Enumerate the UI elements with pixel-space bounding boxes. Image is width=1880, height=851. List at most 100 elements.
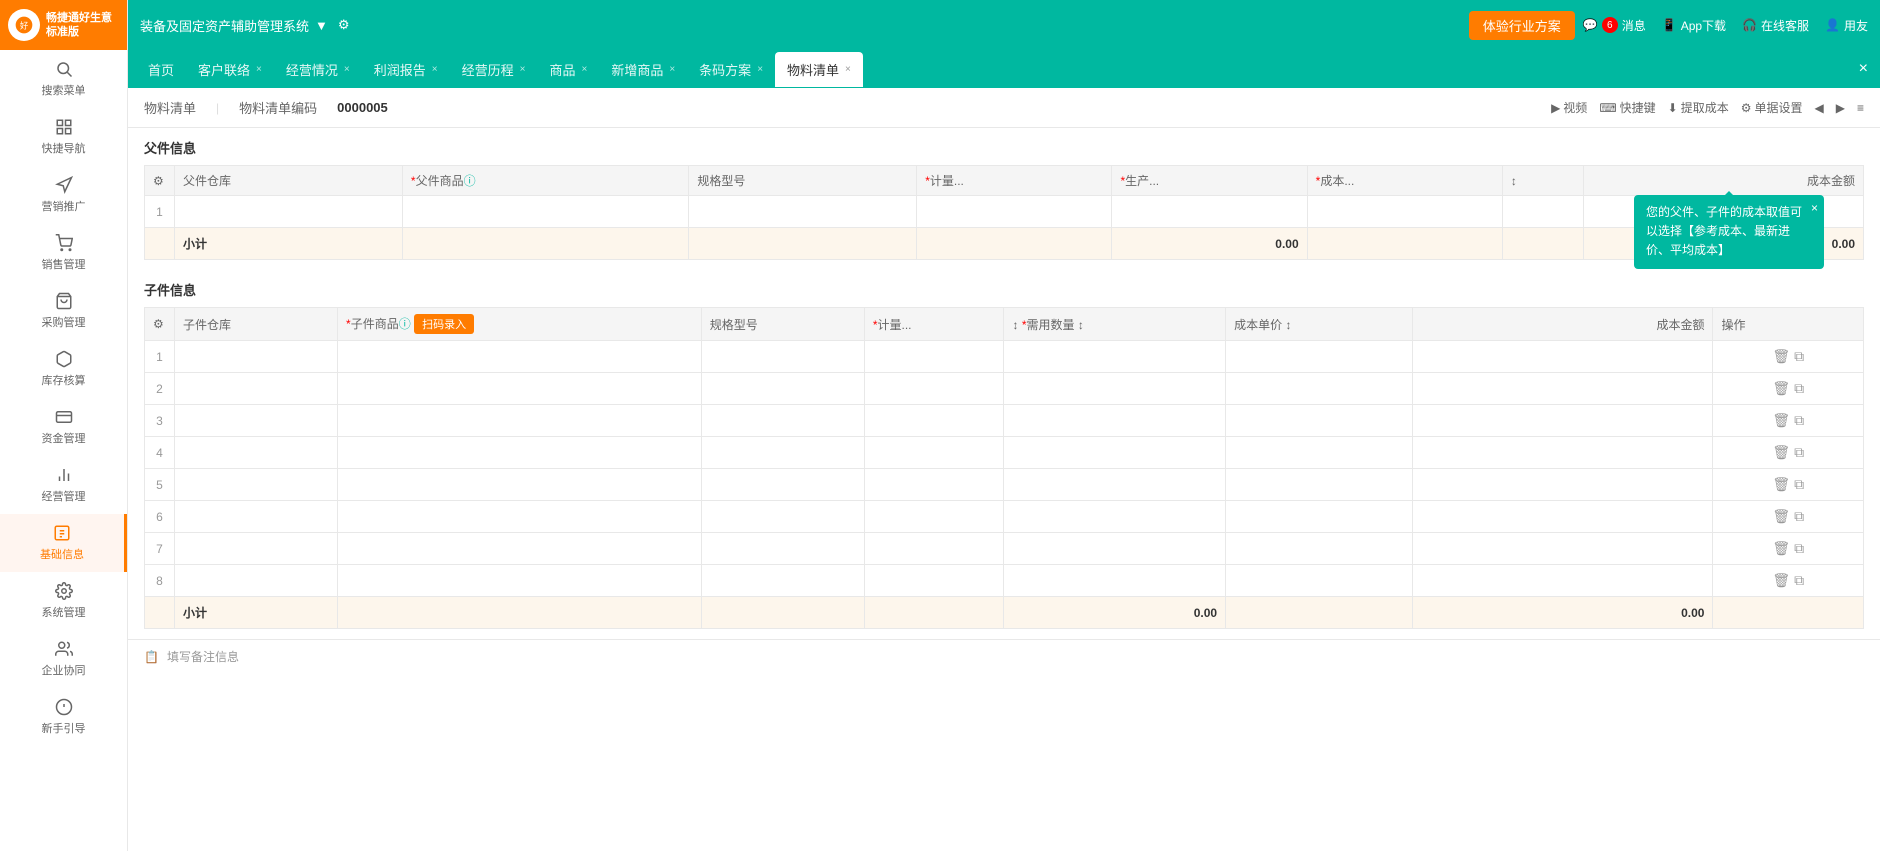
delete-icon-7[interactable]: 🗑 [1772, 540, 1790, 557]
tab-home[interactable]: 首页 [136, 52, 186, 87]
child-unit-cost-3[interactable] [1226, 405, 1412, 437]
user-menu[interactable]: 👤 用友 [1825, 17, 1868, 34]
child-unit-cost-5[interactable] [1226, 469, 1412, 501]
child-warehouse-5[interactable] [175, 469, 338, 501]
child-warehouse-6[interactable] [175, 501, 338, 533]
sidebar-item-quick-nav[interactable]: 快捷导航 [0, 108, 127, 166]
sidebar-item-basic-info[interactable]: 基础信息 [0, 514, 127, 572]
child-amount-4[interactable] [1412, 437, 1713, 469]
delete-icon-8[interactable]: 🗑 [1772, 572, 1790, 589]
child-spec-6[interactable] [701, 501, 864, 533]
child-qty-7[interactable] [1004, 533, 1226, 565]
parent-col-settings[interactable]: ⚙ [145, 166, 175, 196]
sidebar-item-enterprise[interactable]: 企业协同 [0, 630, 127, 688]
child-warehouse-4[interactable] [175, 437, 338, 469]
delete-icon-5[interactable]: 🗑 [1772, 476, 1790, 493]
sidebar-item-inventory[interactable]: 库存核算 [0, 340, 127, 398]
app-download-button[interactable]: 📱 App下载 [1662, 17, 1726, 34]
tab-profit[interactable]: 利润报告 × [362, 52, 450, 87]
child-goods-2[interactable] [338, 373, 702, 405]
child-goods-4[interactable] [338, 437, 702, 469]
close-all-tabs-button[interactable]: × [1847, 60, 1880, 78]
tab-barcode[interactable]: 条码方案 × [687, 52, 775, 87]
message-button[interactable]: 💬 6 消息 [1583, 17, 1646, 34]
child-unit-7[interactable] [864, 533, 1004, 565]
delete-icon-1[interactable]: 🗑 [1772, 348, 1790, 365]
tab-history[interactable]: 经营历程 × [450, 52, 538, 87]
child-warehouse-3[interactable] [175, 405, 338, 437]
child-goods-7[interactable] [338, 533, 702, 565]
child-unit-cost-1[interactable] [1226, 341, 1412, 373]
tab-close-barcode[interactable]: × [757, 64, 763, 75]
child-unit-1[interactable] [864, 341, 1004, 373]
video-action[interactable]: ▶ 视频 [1551, 99, 1587, 116]
child-qty-2[interactable] [1004, 373, 1226, 405]
child-warehouse-1[interactable] [175, 341, 338, 373]
child-warehouse-7[interactable] [175, 533, 338, 565]
child-spec-5[interactable] [701, 469, 864, 501]
child-unit-5[interactable] [864, 469, 1004, 501]
copy-icon-3[interactable]: ⧉ [1794, 412, 1804, 429]
child-unit-6[interactable] [864, 501, 1004, 533]
child-unit-2[interactable] [864, 373, 1004, 405]
child-spec-3[interactable] [701, 405, 864, 437]
tab-close-add-goods[interactable]: × [669, 64, 675, 75]
child-unit-cost-4[interactable] [1226, 437, 1412, 469]
child-amount-8[interactable] [1412, 565, 1713, 597]
tab-close-profit[interactable]: × [432, 64, 438, 75]
child-unit-cost-7[interactable] [1226, 533, 1412, 565]
delete-icon-6[interactable]: 🗑 [1772, 508, 1790, 525]
child-unit-cost-6[interactable] [1226, 501, 1412, 533]
child-amount-2[interactable] [1412, 373, 1713, 405]
child-qty-5[interactable] [1004, 469, 1226, 501]
copy-icon-6[interactable]: ⧉ [1794, 508, 1804, 525]
parent-goods-1[interactable] [402, 196, 688, 228]
tab-close-history[interactable]: × [520, 64, 526, 75]
copy-icon-7[interactable]: ⧉ [1794, 540, 1804, 557]
scan-button[interactable]: 扫码录入 [414, 314, 474, 334]
delete-icon-3[interactable]: 🗑 [1772, 412, 1790, 429]
child-col-settings[interactable]: ⚙ [145, 308, 175, 341]
menu-icon[interactable]: ≡ [1857, 101, 1864, 115]
child-warehouse-2[interactable] [175, 373, 338, 405]
copy-icon-4[interactable]: ⧉ [1794, 444, 1804, 461]
child-unit-3[interactable] [864, 405, 1004, 437]
sidebar-item-sales[interactable]: 销售管理 [0, 224, 127, 282]
child-spec-4[interactable] [701, 437, 864, 469]
delete-icon-4[interactable]: 🗑 [1772, 444, 1790, 461]
sidebar-item-operations[interactable]: 经营管理 [0, 456, 127, 514]
child-spec-2[interactable] [701, 373, 864, 405]
child-spec-1[interactable] [701, 341, 864, 373]
copy-icon-8[interactable]: ⧉ [1794, 572, 1804, 589]
sidebar-item-guide[interactable]: 新手引导 [0, 688, 127, 746]
nav-prev-icon[interactable]: ◀ [1815, 101, 1824, 115]
tab-customer[interactable]: 客户联络 × [186, 52, 274, 87]
child-goods-3[interactable] [338, 405, 702, 437]
child-goods-8[interactable] [338, 565, 702, 597]
child-amount-6[interactable] [1412, 501, 1713, 533]
parent-warehouse-1[interactable] [175, 196, 403, 228]
parent-unit-1[interactable] [917, 196, 1112, 228]
parent-cost-1[interactable] [1307, 196, 1502, 228]
tab-close-customer[interactable]: × [256, 64, 262, 75]
child-spec-7[interactable] [701, 533, 864, 565]
tab-bom[interactable]: 物料清单 × [775, 52, 863, 87]
child-amount-1[interactable] [1412, 341, 1713, 373]
extract-cost-action[interactable]: ⬇ 提取成本 [1668, 99, 1729, 116]
child-unit-cost-2[interactable] [1226, 373, 1412, 405]
child-goods-1[interactable] [338, 341, 702, 373]
child-qty-3[interactable] [1004, 405, 1226, 437]
single-setting-action[interactable]: ⚙ 单据设置 [1741, 99, 1803, 116]
tab-goods[interactable]: 商品 × [537, 52, 599, 87]
topbar-gear-icon[interactable]: ⚙ [338, 17, 350, 33]
child-unit-8[interactable] [864, 565, 1004, 597]
trial-button[interactable]: 体验行业方案 [1469, 11, 1575, 40]
child-qty-4[interactable] [1004, 437, 1226, 469]
sidebar-item-purchase[interactable]: 采购管理 [0, 282, 127, 340]
shortcut-action[interactable]: ⌨ 快捷键 [1599, 99, 1655, 116]
child-goods-6[interactable] [338, 501, 702, 533]
child-amount-7[interactable] [1412, 533, 1713, 565]
copy-icon-1[interactable]: ⧉ [1794, 348, 1804, 365]
nav-next-icon[interactable]: ▶ [1836, 101, 1845, 115]
child-warehouse-8[interactable] [175, 565, 338, 597]
